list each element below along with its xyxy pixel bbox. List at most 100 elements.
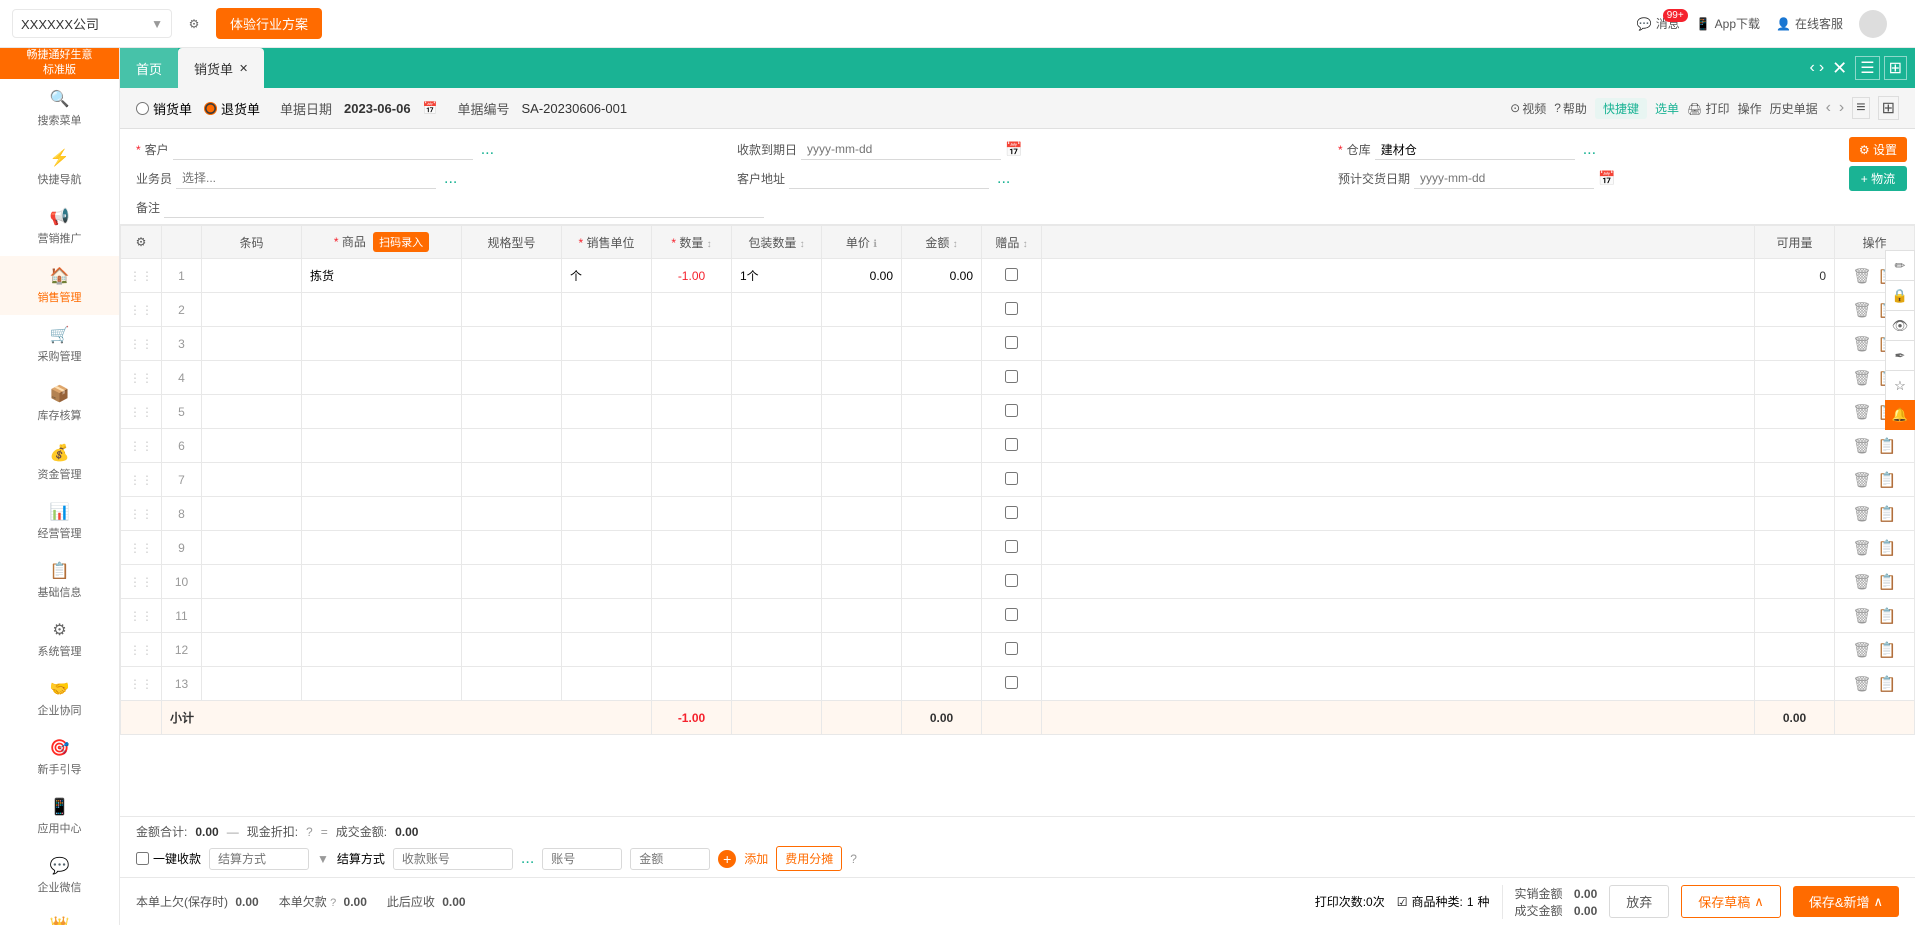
nav-next-icon[interactable]: › [1839, 99, 1844, 117]
logistics-button[interactable]: + 物流 [1849, 166, 1907, 191]
rs-alert-button[interactable]: 🔔 [1885, 400, 1915, 430]
row-gift[interactable] [982, 633, 1042, 667]
delete-row-icon[interactable]: 🗑 [1853, 607, 1872, 625]
row-amount[interactable] [902, 599, 982, 633]
row-note[interactable] [1042, 395, 1755, 429]
row-goods[interactable] [302, 429, 462, 463]
payment-due-input[interactable] [801, 139, 1001, 160]
radio-sales-label[interactable]: 销货单 [136, 99, 192, 118]
row-amount[interactable] [902, 463, 982, 497]
row-goods[interactable] [302, 259, 462, 293]
sidebar-item-sales[interactable]: 🏠 销售管理 [0, 256, 119, 315]
row-qty[interactable] [652, 463, 732, 497]
row-spec[interactable] [462, 293, 562, 327]
one-click-pay-label[interactable]: 一键收款 [136, 850, 201, 867]
rs-eye-button[interactable]: 👁 [1885, 310, 1915, 340]
customer-input[interactable] [173, 139, 473, 160]
row-price[interactable] [822, 599, 902, 633]
row-unit[interactable] [562, 327, 652, 361]
row-qty[interactable] [652, 259, 732, 293]
row-unit[interactable] [562, 565, 652, 599]
company-selector[interactable]: XXXXXX公司 ▼ [12, 9, 172, 38]
copy-row-icon[interactable]: 📋 [1878, 437, 1897, 455]
row-note[interactable] [1042, 667, 1755, 701]
row-spec[interactable] [462, 667, 562, 701]
row-unit[interactable] [562, 667, 652, 701]
sidebar-item-guide[interactable]: 🎯 新手引导 [0, 728, 119, 787]
row-gift[interactable] [982, 599, 1042, 633]
gift-checkbox[interactable] [1005, 438, 1018, 451]
gift-checkbox[interactable] [1005, 268, 1018, 281]
gift-checkbox[interactable] [1005, 506, 1018, 519]
row-price[interactable] [822, 633, 902, 667]
row-amount[interactable] [902, 429, 982, 463]
row-pkgqty[interactable] [732, 395, 822, 429]
sidebar-item-basic[interactable]: 📋 基础信息 [0, 551, 119, 610]
app-download-button[interactable]: 📱 App下载 [1696, 15, 1760, 32]
tab-home[interactable]: 首页 [120, 48, 178, 88]
row-barcode[interactable] [202, 531, 302, 565]
customer-dots-button[interactable]: ... [477, 141, 498, 159]
row-spec[interactable] [462, 599, 562, 633]
trial-button[interactable]: 体验行业方案 [216, 8, 322, 39]
sidebar-item-enterprise[interactable]: 🤝 企业协同 [0, 669, 119, 728]
row-gift[interactable] [982, 463, 1042, 497]
warehouse-dots-button[interactable]: ... [1579, 141, 1600, 159]
copy-row-icon[interactable]: 📋 [1878, 641, 1897, 659]
shortcut-button[interactable]: 快捷键 [1595, 98, 1647, 119]
row-qty[interactable] [652, 327, 732, 361]
gift-checkbox[interactable] [1005, 642, 1018, 655]
question-icon2[interactable]: ? [330, 897, 336, 909]
row-price[interactable] [822, 395, 902, 429]
customer-addr-dots-button[interactable]: ... [993, 170, 1014, 188]
row-note[interactable] [1042, 565, 1755, 599]
sidebar-item-search[interactable]: 🔍 搜索菜单 [0, 79, 119, 138]
row-barcode[interactable] [202, 259, 302, 293]
row-note[interactable] [1042, 259, 1755, 293]
row-price[interactable] [822, 293, 902, 327]
copy-row-icon[interactable]: 📋 [1878, 675, 1897, 693]
copy-row-icon[interactable]: 📋 [1878, 539, 1897, 557]
row-barcode[interactable] [202, 633, 302, 667]
video-button[interactable]: ⊙ 视频 [1510, 100, 1546, 117]
row-qty[interactable] [652, 361, 732, 395]
calc-method-input[interactable] [209, 848, 309, 870]
row-barcode[interactable] [202, 667, 302, 701]
row-unit[interactable] [562, 395, 652, 429]
expected-date-calendar-icon[interactable]: 📅 [1598, 170, 1615, 187]
tab-close-all-icon[interactable]: ✕ [1832, 58, 1847, 79]
message-button[interactable]: 💬 消息 99+ [1637, 15, 1680, 32]
delete-row-icon[interactable]: 🗑 [1853, 505, 1872, 523]
payment-due-calendar-icon[interactable]: 📅 [1005, 141, 1022, 158]
tab-prev-icon[interactable]: ‹ [1810, 59, 1815, 77]
fee-question-icon[interactable]: ? [850, 852, 857, 866]
delete-row-icon[interactable]: 🗑 [1853, 369, 1872, 387]
gift-checkbox[interactable] [1005, 302, 1018, 315]
sidebar-item-member[interactable]: 👑 畅会员 [0, 905, 119, 925]
history-button[interactable]: 历史单据 [1770, 100, 1818, 117]
account-input[interactable] [393, 848, 513, 870]
nav-prev-icon[interactable]: ‹ [1826, 99, 1831, 117]
calc-method-arrow[interactable]: ▼ [317, 852, 329, 866]
row-goods[interactable] [302, 497, 462, 531]
row-price[interactable] [822, 463, 902, 497]
row-amount[interactable] [902, 667, 982, 701]
row-qty[interactable] [652, 293, 732, 327]
copy-row-icon[interactable]: 📋 [1878, 573, 1897, 591]
sidebar-item-operation[interactable]: 📊 经营管理 [0, 492, 119, 551]
row-price[interactable] [822, 531, 902, 565]
row-spec[interactable] [462, 259, 562, 293]
row-qty[interactable] [652, 429, 732, 463]
gift-checkbox[interactable] [1005, 472, 1018, 485]
row-pkgqty[interactable] [732, 429, 822, 463]
delete-row-icon[interactable]: 🗑 [1853, 539, 1872, 557]
row-amount[interactable] [902, 327, 982, 361]
row-qty[interactable] [652, 633, 732, 667]
settings-icon[interactable]: ⚙ [180, 10, 208, 38]
add-payment-button[interactable]: + [718, 850, 736, 868]
tab-sales-order[interactable]: 销货单 ✕ [178, 48, 264, 88]
row-note[interactable] [1042, 361, 1755, 395]
delete-row-icon[interactable]: 🗑 [1853, 437, 1872, 455]
amount-input[interactable] [630, 848, 710, 870]
sidebar-item-finance[interactable]: 💰 资金管理 [0, 433, 119, 492]
